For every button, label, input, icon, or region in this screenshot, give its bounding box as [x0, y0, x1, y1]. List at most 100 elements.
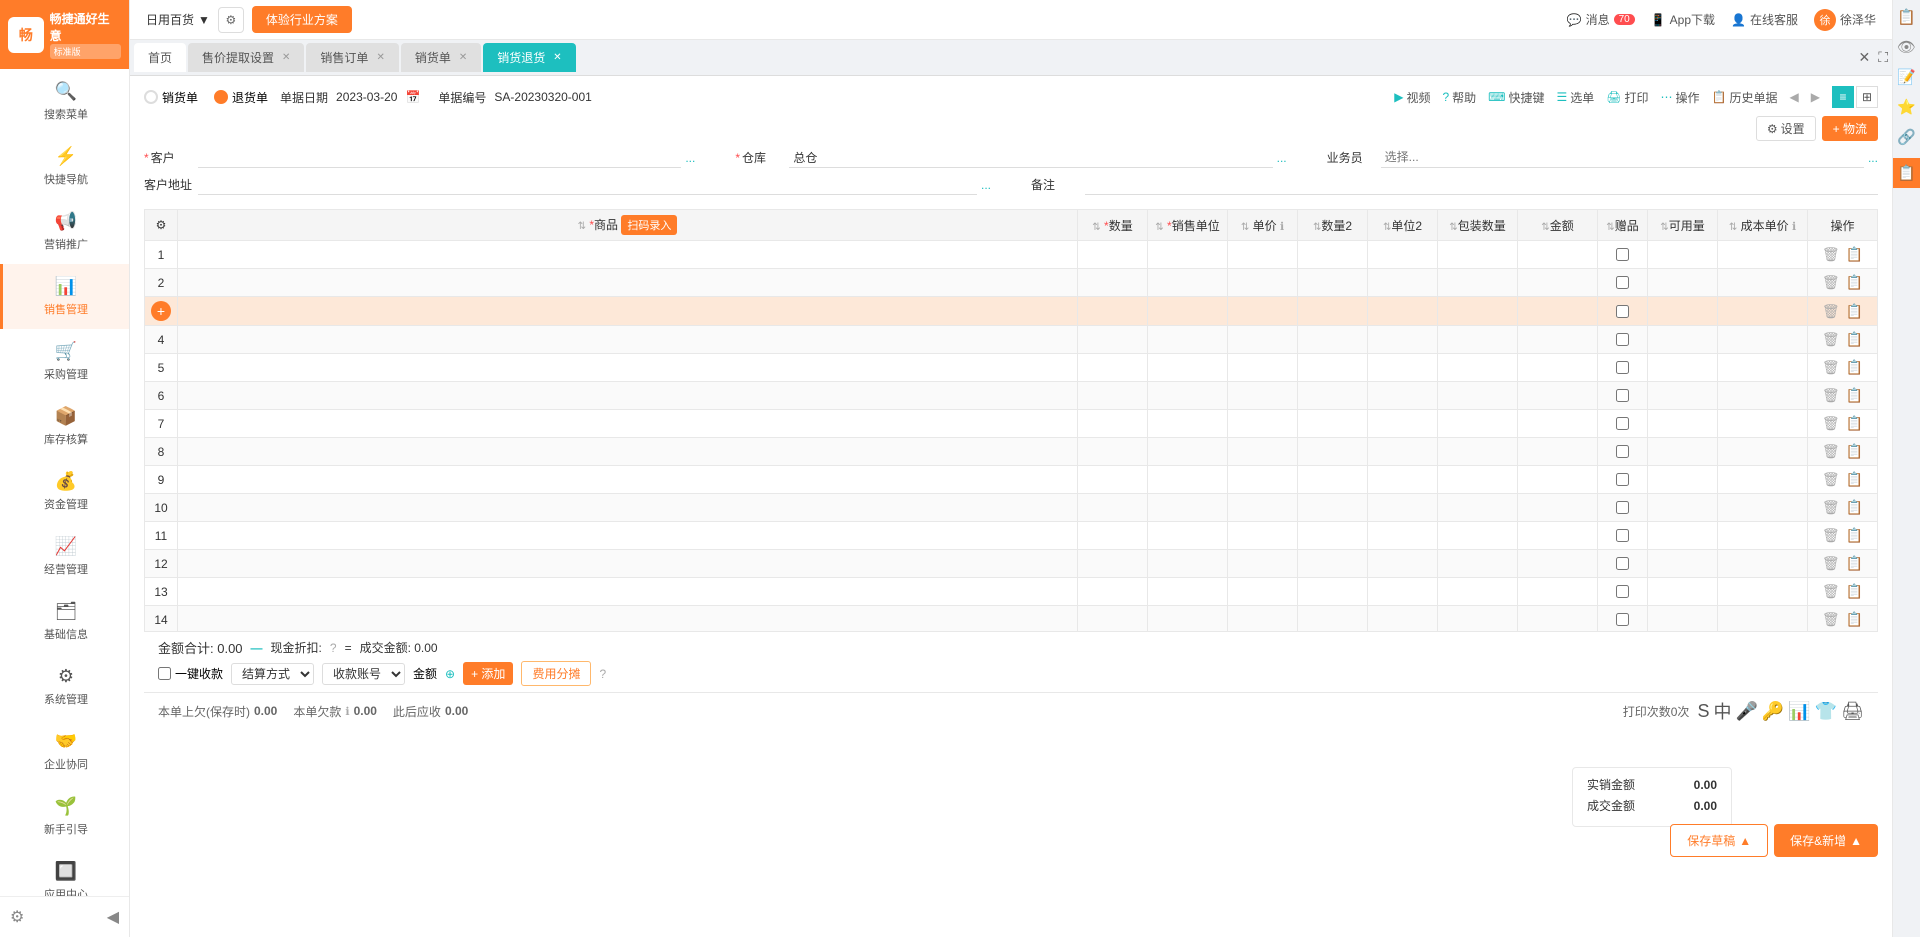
price-cell-2[interactable] — [1228, 269, 1298, 297]
qty2-cell-14[interactable] — [1298, 606, 1368, 632]
qty-cell-1[interactable] — [1078, 241, 1148, 269]
gift-checkbox-3[interactable] — [1616, 305, 1629, 318]
pack-cell-14[interactable] — [1438, 606, 1518, 632]
product-cell-7[interactable] — [178, 410, 1078, 438]
cost-cell-9[interactable] — [1718, 466, 1808, 494]
pack-cell-5[interactable] — [1438, 354, 1518, 382]
delete-icon-14[interactable]: 🗑 — [1822, 611, 1840, 628]
unit2-cell-4[interactable] — [1368, 326, 1438, 354]
unit2-cell-9[interactable] — [1368, 466, 1438, 494]
add-fee-btn[interactable]: + 添加 — [463, 662, 513, 685]
save-draft-button[interactable]: 保存草稿 ▲ — [1670, 824, 1768, 857]
copy-icon-6[interactable]: 📋 — [1846, 387, 1863, 404]
tool-icon-1[interactable]: S — [1697, 701, 1709, 722]
price-cell-10[interactable] — [1228, 494, 1298, 522]
gear-button[interactable]: ⚙ — [218, 7, 244, 33]
unit-cell-14[interactable] — [1148, 606, 1228, 632]
warehouse-dots[interactable]: ... — [1277, 151, 1287, 165]
right-panel-icon-6[interactable]: 📋 — [1893, 158, 1920, 188]
gift-checkbox-9[interactable] — [1616, 473, 1629, 486]
delete-icon-12[interactable]: 🗑 — [1822, 555, 1840, 572]
calendar-icon[interactable]: 📅 — [405, 90, 420, 104]
product-cell-10[interactable] — [178, 494, 1078, 522]
amount-cell-13[interactable] — [1518, 578, 1598, 606]
product-cell-9[interactable] — [178, 466, 1078, 494]
pack-cell-8[interactable] — [1438, 438, 1518, 466]
video-btn[interactable]: ▶ 视频 — [1394, 89, 1430, 106]
unit2-cell-3[interactable] — [1368, 297, 1438, 326]
delete-icon-1[interactable]: 🗑 — [1822, 246, 1840, 263]
add-fee-icon[interactable]: ⊕ — [445, 667, 455, 681]
split-help-icon[interactable]: ? — [599, 667, 606, 681]
qty-cell-3[interactable] — [1078, 297, 1148, 326]
shortcut-btn[interactable]: ⌨ 快捷键 — [1488, 89, 1544, 106]
qty-cell-4[interactable] — [1078, 326, 1148, 354]
maximize-icon[interactable]: ⛶ — [1878, 49, 1888, 66]
pack-cell-7[interactable] — [1438, 410, 1518, 438]
one-key-checkbox-input[interactable] — [158, 667, 171, 680]
copy-icon-14[interactable]: 📋 — [1846, 611, 1863, 628]
qty2-cell-6[interactable] — [1298, 382, 1368, 410]
copy-icon-3[interactable]: 📋 — [1846, 303, 1863, 320]
delete-icon-2[interactable]: 🗑 — [1822, 274, 1840, 291]
pack-cell-1[interactable] — [1438, 241, 1518, 269]
prev-btn[interactable]: ◀ — [1790, 90, 1799, 104]
pack-cell-3[interactable] — [1438, 297, 1518, 326]
tab-sales[interactable]: 销货单 ✕ — [401, 43, 481, 72]
product-cell-2[interactable] — [178, 269, 1078, 297]
avail-cell-10[interactable] — [1648, 494, 1718, 522]
product-cell-5[interactable] — [178, 354, 1078, 382]
amount-cell-9[interactable] — [1518, 466, 1598, 494]
avail-cell-2[interactable] — [1648, 269, 1718, 297]
unit-cell-10[interactable] — [1148, 494, 1228, 522]
unit-cell-9[interactable] — [1148, 466, 1228, 494]
cost-cell-12[interactable] — [1718, 550, 1808, 578]
unit-cell-6[interactable] — [1148, 382, 1228, 410]
copy-icon-13[interactable]: 📋 — [1846, 583, 1863, 600]
avail-cell-13[interactable] — [1648, 578, 1718, 606]
cost-cell-1[interactable] — [1718, 241, 1808, 269]
price-cell-12[interactable] — [1228, 550, 1298, 578]
pack-cell-11[interactable] — [1438, 522, 1518, 550]
settings-bottom-icon[interactable]: ⚙ — [10, 907, 24, 927]
one-key-checkbox[interactable]: 一键收款 — [158, 665, 223, 682]
radio-return[interactable]: 退货单 — [214, 89, 268, 106]
delete-icon-6[interactable]: 🗑 — [1822, 387, 1840, 404]
cost-cell-14[interactable] — [1718, 606, 1808, 632]
sidebar-item-search[interactable]: 🔍 搜索菜单 — [0, 69, 129, 134]
user-avatar[interactable]: 徐 徐泽华 — [1814, 9, 1876, 31]
cost-cell-2[interactable] — [1718, 269, 1808, 297]
avail-cell-8[interactable] — [1648, 438, 1718, 466]
unit2-cell-12[interactable] — [1368, 550, 1438, 578]
save-new-button[interactable]: 保存&新增 ▲ — [1774, 824, 1878, 857]
cost-cell-7[interactable] — [1718, 410, 1808, 438]
copy-icon-8[interactable]: 📋 — [1846, 443, 1863, 460]
amount-cell-3[interactable] — [1518, 297, 1598, 326]
pack-cell-12[interactable] — [1438, 550, 1518, 578]
product-cell-1[interactable] — [178, 241, 1078, 269]
unit2-cell-8[interactable] — [1368, 438, 1438, 466]
right-panel-icon-1[interactable]: 📋 — [1897, 8, 1916, 26]
price-cell-8[interactable] — [1228, 438, 1298, 466]
sidebar-item-sales[interactable]: 📊 销售管理 — [0, 264, 129, 329]
unit-cell-4[interactable] — [1148, 326, 1228, 354]
unit2-cell-2[interactable] — [1368, 269, 1438, 297]
gift-checkbox-12[interactable] — [1616, 557, 1629, 570]
cost-cell-4[interactable] — [1718, 326, 1808, 354]
price-cell-6[interactable] — [1228, 382, 1298, 410]
qty2-cell-12[interactable] — [1298, 550, 1368, 578]
price-cell-13[interactable] — [1228, 578, 1298, 606]
delete-icon-7[interactable]: 🗑 — [1822, 415, 1840, 432]
sidebar-item-shortcut[interactable]: ⚡ 快捷导航 — [0, 134, 129, 199]
product-cell-14[interactable] — [178, 606, 1078, 632]
tab-home[interactable]: 首页 — [134, 43, 186, 72]
unit-cell-5[interactable] — [1148, 354, 1228, 382]
tab-order[interactable]: 销售订单 ✕ — [306, 43, 398, 72]
gift-checkbox-2[interactable] — [1616, 276, 1629, 289]
unit-cell-11[interactable] — [1148, 522, 1228, 550]
avail-cell-3[interactable] — [1648, 297, 1718, 326]
amount-cell-10[interactable] — [1518, 494, 1598, 522]
gift-checkbox-7[interactable] — [1616, 417, 1629, 430]
pack-cell-10[interactable] — [1438, 494, 1518, 522]
gift-checkbox-8[interactable] — [1616, 445, 1629, 458]
